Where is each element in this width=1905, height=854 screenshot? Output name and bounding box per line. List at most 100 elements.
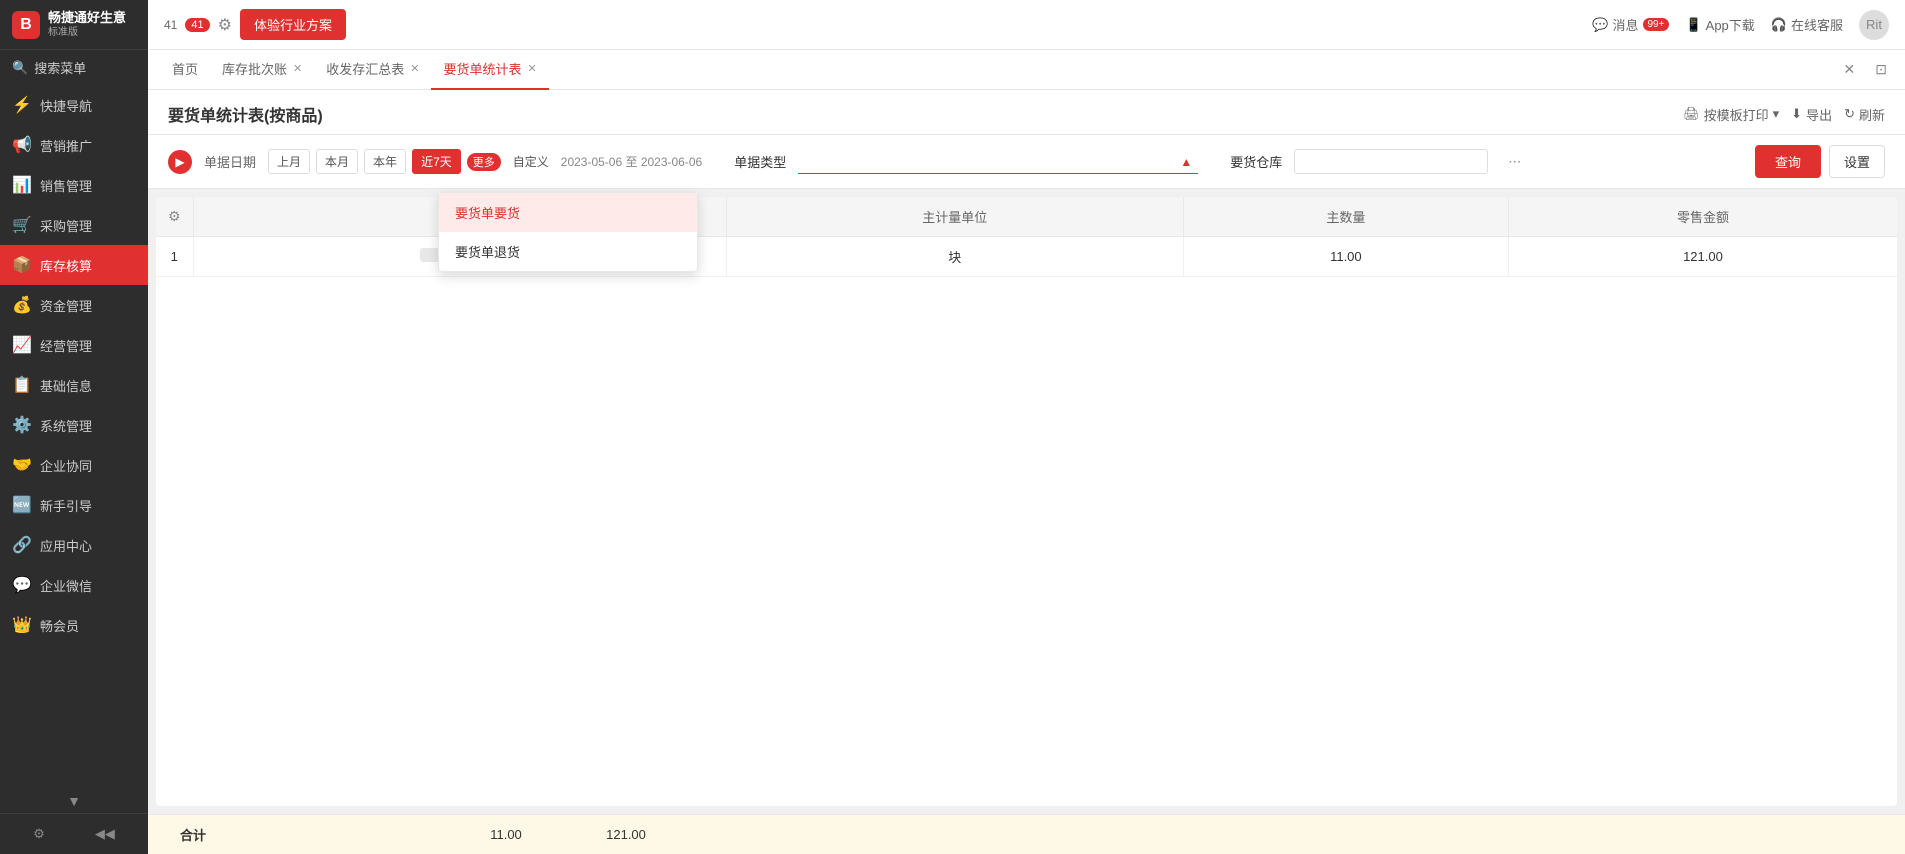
- sidebar-item-label: 采购管理: [40, 216, 92, 235]
- th-settings[interactable]: ⚙: [156, 197, 193, 237]
- cell-amount: 121.00: [1508, 237, 1897, 277]
- export-btn[interactable]: ⬇ 导出: [1791, 105, 1832, 124]
- app-logo: B 畅捷通好生意 标准版: [0, 0, 148, 50]
- export-label: 导出: [1806, 105, 1832, 124]
- user-avatar[interactable]: Rit: [1859, 10, 1889, 40]
- settings-bottom-icon[interactable]: ⚙: [29, 822, 49, 846]
- app-download-item[interactable]: 📱 App下载: [1685, 15, 1754, 34]
- notification-item[interactable]: 💬 消息 99+: [1592, 15, 1669, 34]
- sidebar-item-appstore[interactable]: 🔗 应用中心: [0, 525, 148, 565]
- sidebar-item-label: 营销推广: [40, 136, 92, 155]
- sidebar-item-label: 基础信息: [40, 376, 92, 395]
- type-filter-select[interactable]: ▲: [798, 150, 1198, 174]
- tab-close-window[interactable]: ✕: [1838, 59, 1862, 80]
- print-btn[interactable]: 🖨 按模板打印 ▾: [1683, 105, 1779, 124]
- type-dropdown: 要货单要货 要货单退货: [438, 192, 698, 272]
- trial-btn[interactable]: 体验行业方案: [240, 9, 346, 40]
- sidebar-item-wechat[interactable]: 💬 企业微信: [0, 565, 148, 605]
- warehouse-filter-input[interactable]: [1294, 149, 1488, 174]
- page-title: 要货单统计表(按商品): [168, 102, 323, 126]
- sidebar-item-system[interactable]: ⚙️ 系统管理: [0, 405, 148, 445]
- more-dates-badge[interactable]: 更多: [467, 153, 501, 171]
- content-area: 要货单统计表(按商品) 🖨 按模板打印 ▾ ⬇ 导出 ↻ 刷新 ▶: [148, 90, 1905, 854]
- date-filter-label: 单据日期: [204, 152, 256, 171]
- cell-unit: 块: [726, 237, 1183, 277]
- table-row: 1 块 11.00 121.00: [156, 237, 1897, 277]
- filter-more-icon[interactable]: ⋯: [1508, 154, 1521, 170]
- guide-icon: 🆕: [12, 495, 32, 515]
- system-icon: ⚙️: [12, 415, 32, 435]
- sidebar-item-label: 应用中心: [40, 536, 92, 555]
- dropdown-item-demand-order[interactable]: 要货单要货: [439, 193, 697, 232]
- sidebar-search[interactable]: 🔍 搜索菜单: [0, 50, 148, 85]
- sidebar-scroll-down[interactable]: ▼: [0, 789, 148, 813]
- settings-btn[interactable]: 设置: [1829, 145, 1885, 178]
- logo-text: 畅捷通好生意 标准版: [48, 10, 126, 40]
- search-label: 搜索菜单: [34, 58, 86, 77]
- tab-maximize-window[interactable]: ⊡: [1869, 59, 1893, 80]
- tab-summary-close[interactable]: ✕: [410, 62, 419, 75]
- sidebar-item-inventory[interactable]: 📦 库存核算: [0, 245, 148, 285]
- date-btn-last-month[interactable]: 上月: [268, 149, 310, 174]
- filter-expand-btn[interactable]: ▶: [168, 150, 192, 174]
- refresh-btn[interactable]: ↻ 刷新: [1844, 105, 1885, 124]
- warehouse-filter-label: 要货仓库: [1230, 152, 1282, 171]
- app-download-label: App下载: [1706, 15, 1755, 34]
- print-label: 按模板打印: [1704, 105, 1769, 124]
- notification-icon: 💬: [1592, 17, 1608, 33]
- member-icon: 👑: [12, 615, 32, 635]
- sidebar-item-guide[interactable]: 🆕 新手引导: [0, 485, 148, 525]
- query-btn[interactable]: 查询: [1755, 145, 1821, 178]
- sidebar-item-marketing[interactable]: 📢 营销推广: [0, 125, 148, 165]
- column-settings-icon[interactable]: ⚙: [168, 208, 181, 224]
- sidebar-item-basics[interactable]: 📋 基础信息: [0, 365, 148, 405]
- sidebar-item-shortcuts[interactable]: ⚡ 快捷导航: [0, 85, 148, 125]
- tab-summary[interactable]: 收发存汇总表 ✕: [314, 50, 431, 90]
- type-filter-arrow-icon[interactable]: ▲: [1180, 155, 1192, 169]
- topbar-count-badge: 41: [185, 18, 209, 32]
- notification-label: 消息: [1612, 15, 1638, 34]
- finance-icon: 💰: [12, 295, 32, 315]
- sidebar-item-operations[interactable]: 📈 经营管理: [0, 325, 148, 365]
- footer-quantity: 11.00: [446, 827, 566, 842]
- tab-batch[interactable]: 库存批次账 ✕: [210, 50, 314, 90]
- search-icon: 🔍: [12, 60, 28, 76]
- date-btn-7days[interactable]: 近7天: [412, 149, 461, 174]
- wechat-icon: 💬: [12, 575, 32, 595]
- tab-demand-label: 要货单统计表: [443, 59, 521, 78]
- sidebar-item-sales[interactable]: 📊 销售管理: [0, 165, 148, 205]
- sidebar-item-label: 经营管理: [40, 336, 92, 355]
- sidebar-item-member[interactable]: 👑 畅会员: [0, 605, 148, 645]
- sidebar-item-label: 资金管理: [40, 296, 92, 315]
- sidebar-item-enterprise[interactable]: 🤝 企业协同: [0, 445, 148, 485]
- tabs-bar: 首页 库存批次账 ✕ 收发存汇总表 ✕ 要货单统计表 ✕ ✕ ⊡: [148, 50, 1905, 90]
- refresh-label: 刷新: [1859, 105, 1885, 124]
- tab-demand-close[interactable]: ✕: [528, 62, 537, 75]
- sidebar-item-purchase[interactable]: 🛒 采购管理: [0, 205, 148, 245]
- topbar-gear-icon[interactable]: ⚙: [218, 15, 232, 35]
- sidebar: B 畅捷通好生意 标准版 🔍 搜索菜单 ⚡ 快捷导航 📢 营销推广 📊 销售管理…: [0, 0, 148, 854]
- dropdown-item-label: 要货单退货: [455, 245, 520, 260]
- tab-batch-close[interactable]: ✕: [293, 62, 302, 75]
- headset-icon: 🎧: [1771, 17, 1787, 33]
- appstore-icon: 🔗: [12, 535, 32, 555]
- th-unit: 主计量单位: [726, 197, 1183, 237]
- type-filter-input[interactable]: [798, 150, 1198, 174]
- online-service-item[interactable]: 🎧 在线客服: [1771, 15, 1843, 34]
- topbar: 41 41 ⚙ 体验行业方案 💬 消息 99+ 📱 App下载 🎧 在线客服 R…: [148, 0, 1905, 50]
- sidebar-item-label: 库存核算: [40, 256, 92, 275]
- operations-icon: 📈: [12, 335, 32, 355]
- tab-home[interactable]: 首页: [160, 50, 210, 90]
- date-btn-this-month[interactable]: 本月: [316, 149, 358, 174]
- marketing-icon: 📢: [12, 135, 32, 155]
- topbar-breadcrumb: 41: [164, 18, 177, 32]
- export-icon: ⬇: [1791, 106, 1802, 122]
- sidebar-item-label: 企业微信: [40, 576, 92, 595]
- tab-demand[interactable]: 要货单统计表 ✕: [431, 50, 548, 90]
- custom-date-btn[interactable]: 自定义: [513, 153, 549, 170]
- sidebar-item-finance[interactable]: 💰 资金管理: [0, 285, 148, 325]
- topbar-left: 41 41 ⚙ 体验行业方案: [164, 9, 1580, 40]
- date-btn-this-year[interactable]: 本年: [364, 149, 406, 174]
- dropdown-item-return-order[interactable]: 要货单退货: [439, 232, 697, 271]
- collapse-icon[interactable]: ◀◀: [91, 822, 119, 846]
